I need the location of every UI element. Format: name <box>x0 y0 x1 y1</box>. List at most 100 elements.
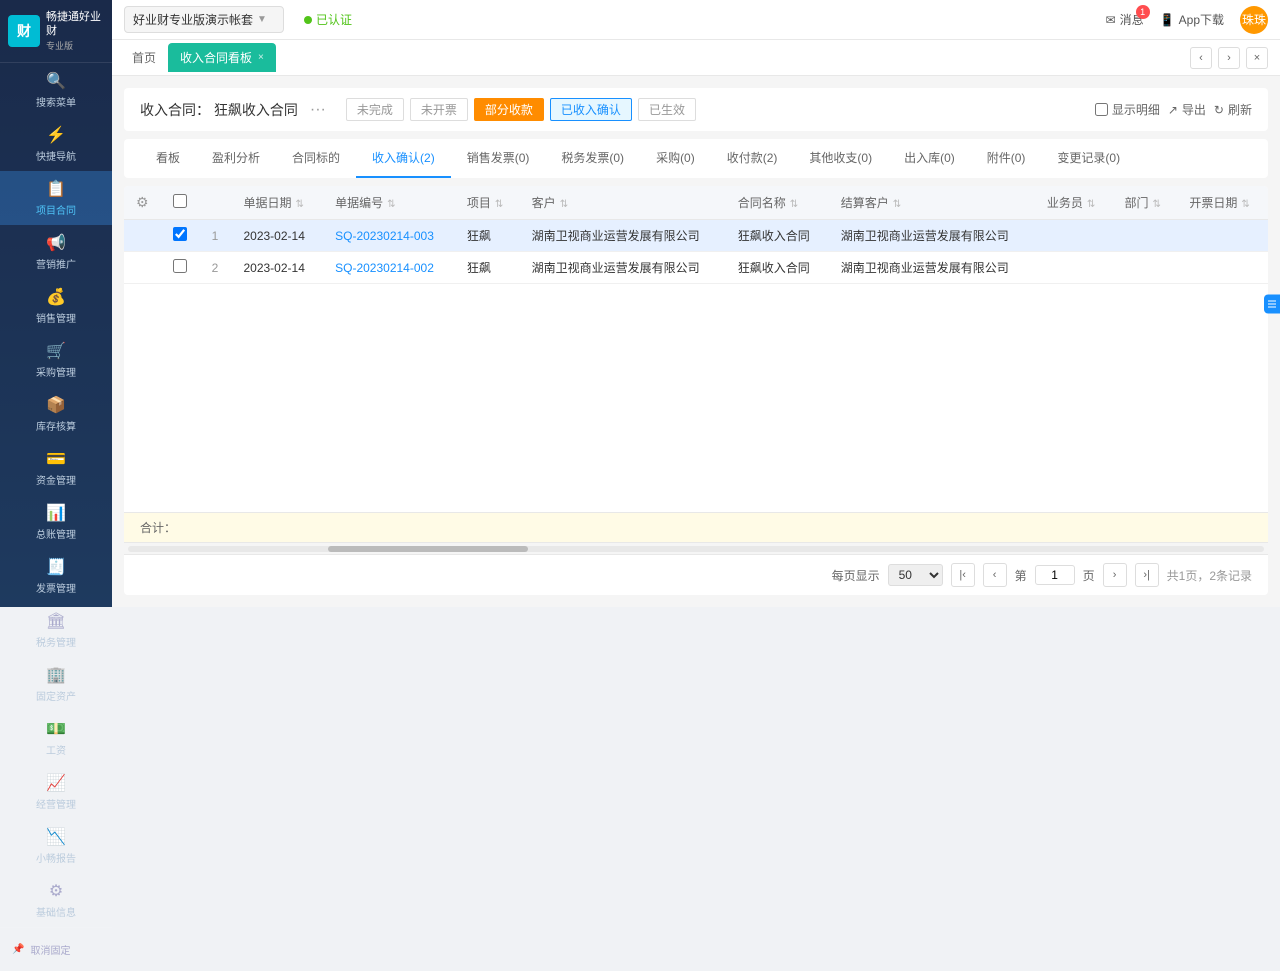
sidebar-item-5[interactable]: 🛒采购管理 <box>0 333 112 387</box>
bill-no-link-1[interactable]: SQ-20230214-002 <box>335 261 434 275</box>
status-tag-0[interactable]: 未完成 <box>346 98 404 121</box>
sidebar-logo: 财 畅捷通好业财 专业版 <box>0 0 112 63</box>
tabbar: 首页 收入合同看板 × ‹ › × <box>112 40 1280 76</box>
nav-label-5: 采购管理 <box>36 364 76 379</box>
sidebar-item-8[interactable]: 📊总账管理 <box>0 495 112 549</box>
sidebar-item-12[interactable]: 💵工资 <box>0 711 112 765</box>
sidebar-item-7[interactable]: 💳资金管理 <box>0 441 112 495</box>
contract-actions: 显示明细 ↗ 导出 ↻ 刷新 <box>1095 101 1252 118</box>
subtab-10[interactable]: 附件(0) <box>971 139 1042 178</box>
data-table: ⚙单据日期⇅单据编号⇅项目⇅客户⇅合同名称⇅结算客户⇅业务员⇅部门⇅开票日期⇅ … <box>124 186 1268 284</box>
col-label-invoice_date: 开票日期 <box>1189 196 1237 210</box>
status-tag-1[interactable]: 未开票 <box>410 98 468 121</box>
sidebar-item-1[interactable]: ⚡快捷导航 <box>0 117 112 171</box>
logo-text-group: 畅捷通好业财 专业版 <box>46 10 104 52</box>
sort-icon-bill_no[interactable]: ⇅ <box>387 199 395 210</box>
show-detail-checkbox[interactable] <box>1095 103 1108 116</box>
row-checkbox-1[interactable] <box>173 259 187 273</box>
page-number-input[interactable] <box>1035 565 1075 585</box>
subtab-7[interactable]: 收付款(2) <box>711 139 794 178</box>
status-tag-4[interactable]: 已生效 <box>638 98 696 121</box>
contract-more-button[interactable]: ··· <box>310 101 326 119</box>
user-avatar[interactable]: 珠珠 <box>1240 6 1268 34</box>
settings-icon[interactable]: ⚙ <box>136 194 149 210</box>
sidebar-item-9[interactable]: 🧾发票管理 <box>0 549 112 603</box>
status-tag-2[interactable]: 部分收款 <box>474 98 544 121</box>
prev-page-button[interactable]: ‹ <box>983 563 1007 587</box>
message-button[interactable]: ✉ 消息 1 <box>1106 11 1144 28</box>
subtab-11[interactable]: 变更记录(0) <box>1041 139 1136 178</box>
col-label-settlement_customer: 结算客户 <box>841 196 889 210</box>
subtab-1[interactable]: 盈利分析 <box>196 139 276 178</box>
row-gear-0 <box>124 220 161 252</box>
cert-label: 已认证 <box>316 11 352 28</box>
nav-next-button[interactable]: › <box>1218 47 1240 69</box>
subtab-2[interactable]: 合同标的 <box>276 139 356 178</box>
topbar-actions: ✉ 消息 1 📱 App下载 珠珠 <box>1106 6 1268 34</box>
nav-label-13: 经营管理 <box>36 796 76 811</box>
company-selector[interactable]: 好业财专业版演示帐套 ▼ <box>124 6 284 33</box>
sidebar-nav: 🔍搜索菜单⚡快捷导航📋项目合同📢营销推广💰销售管理🛒采购管理📦库存核算💳资金管理… <box>0 63 112 927</box>
status-tag-3[interactable]: 已收入确认 <box>550 98 632 121</box>
subtab-8[interactable]: 其他收支(0) <box>793 139 888 178</box>
nav-label-0: 搜索菜单 <box>36 94 76 109</box>
nav-prev-button[interactable]: ‹ <box>1190 47 1212 69</box>
sidebar-item-11[interactable]: 🏢固定资产 <box>0 657 112 711</box>
next-page-button[interactable]: › <box>1103 563 1127 587</box>
nav-icon-12: 💵 <box>46 719 66 739</box>
sort-icon-department[interactable]: ⇅ <box>1153 199 1161 210</box>
subtab-9[interactable]: 出入库(0) <box>888 139 971 178</box>
sort-icon-settlement_customer[interactable]: ⇅ <box>893 199 901 210</box>
sidebar-item-15[interactable]: ⚙基础信息 <box>0 873 112 927</box>
contract-title: 收入合同： 狂飙收入合同 <box>140 100 298 120</box>
first-page-button[interactable]: |‹ <box>951 563 975 587</box>
subtab-5[interactable]: 税务发票(0) <box>545 139 640 178</box>
nav-close-button[interactable]: × <box>1246 47 1268 69</box>
sidebar-bottom[interactable]: 📌 取消固定 <box>0 927 112 971</box>
scrollbar-thumb[interactable] <box>328 546 528 552</box>
last-page-button[interactable]: ›| <box>1135 563 1159 587</box>
sort-icon-contract_name[interactable]: ⇅ <box>790 199 798 210</box>
col-label-bill_no: 单据编号 <box>335 196 383 210</box>
subtab-0[interactable]: 看板 <box>140 139 196 178</box>
sidebar-item-2[interactable]: 📋项目合同 <box>0 171 112 225</box>
sort-icon-invoice_date[interactable]: ⇅ <box>1241 199 1249 210</box>
handle-line-2 <box>1268 303 1276 304</box>
refresh-button[interactable]: ↻ 刷新 <box>1214 101 1252 118</box>
home-tab[interactable]: 首页 <box>124 45 164 70</box>
unpin-button[interactable]: 📌 取消固定 <box>8 936 104 963</box>
nav-icon-10: 🏛 <box>46 611 66 631</box>
contract-title-name: 狂飙收入合同 <box>214 102 298 118</box>
nav-label-6: 库存核算 <box>36 418 76 433</box>
subtab-3[interactable]: 收入确认(2) <box>356 139 451 178</box>
export-button[interactable]: ↗ 导出 <box>1168 101 1206 118</box>
app-download-button[interactable]: 📱 App下载 <box>1160 11 1224 28</box>
sort-icon-date[interactable]: ⇅ <box>296 199 304 210</box>
sidebar-item-10[interactable]: 🏛税务管理 <box>0 603 112 657</box>
sidebar-item-13[interactable]: 📈经营管理 <box>0 765 112 819</box>
subtab-4[interactable]: 销售发票(0) <box>451 139 546 178</box>
row-bill-no-1: SQ-20230214-002 <box>323 252 455 284</box>
horizontal-scrollbar[interactable] <box>124 542 1268 554</box>
sort-icon-customer[interactable]: ⇅ <box>560 199 568 210</box>
sidebar-item-0[interactable]: 🔍搜索菜单 <box>0 63 112 117</box>
show-detail-button[interactable]: 显示明细 <box>1095 101 1160 118</box>
row-checkbox-0[interactable] <box>173 227 187 241</box>
sidebar-item-14[interactable]: 📉小畅报告 <box>0 819 112 873</box>
sort-icon-project[interactable]: ⇅ <box>495 199 503 210</box>
sidebar-item-6[interactable]: 📦库存核算 <box>0 387 112 441</box>
per-page-select[interactable]: 50 100 200 <box>888 564 943 586</box>
tab-close-icon[interactable]: × <box>258 52 264 63</box>
right-handle[interactable] <box>1264 294 1280 313</box>
select-all-checkbox[interactable] <box>173 194 187 208</box>
subtab-6[interactable]: 采购(0) <box>640 139 711 178</box>
sidebar-item-4[interactable]: 💰销售管理 <box>0 279 112 333</box>
sort-icon-salesman[interactable]: ⇅ <box>1087 199 1095 210</box>
export-label: 导出 <box>1182 101 1206 118</box>
row-invoice-date-0 <box>1177 220 1268 252</box>
sidebar-item-3[interactable]: 📢营销推广 <box>0 225 112 279</box>
row-salesman-1 <box>1035 252 1113 284</box>
active-tab[interactable]: 收入合同看板 × <box>168 43 276 72</box>
bill-no-link-0[interactable]: SQ-20230214-003 <box>335 229 434 243</box>
app-download-label: App下载 <box>1179 11 1224 28</box>
